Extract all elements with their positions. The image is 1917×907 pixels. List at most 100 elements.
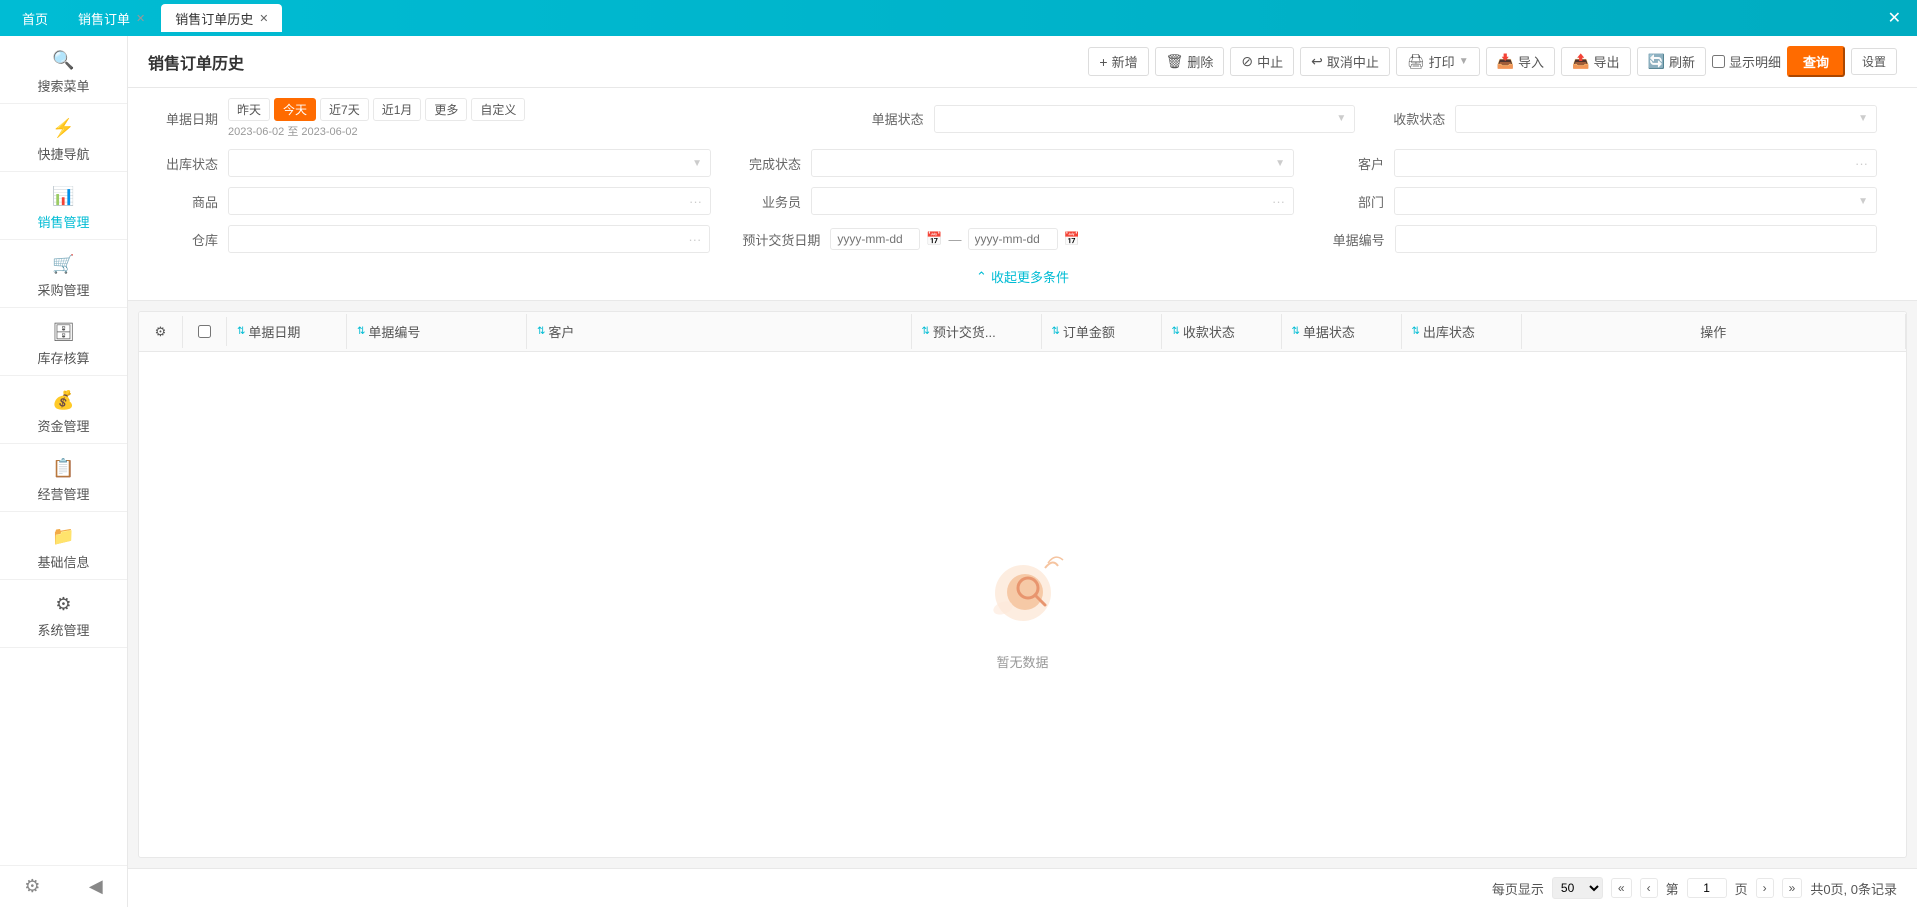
delete-icon: 🗑 [1166, 53, 1184, 70]
print-button[interactable]: 🖨 打印 ▼ [1396, 47, 1480, 76]
sidebar-item-capital-mgmt[interactable]: 💰 资金管理 [0, 376, 127, 444]
query-button[interactable]: 查询 [1787, 46, 1845, 77]
warehouse-field[interactable]: ··· [228, 225, 710, 253]
sort-out-status-icon: ⇅ [1412, 326, 1420, 337]
complete-status-field[interactable]: ▼ [811, 149, 1294, 177]
collapse-up-icon: ⌃ [976, 269, 987, 285]
next-page-button[interactable]: › [1756, 878, 1774, 898]
tab-sales-order-history-close[interactable]: ✕ [259, 12, 268, 25]
delete-button[interactable]: 🗑 删除 [1155, 47, 1225, 76]
warehouse-label: 仓库 [148, 230, 228, 249]
sales-mgmt-icon: 📊 [52, 184, 76, 208]
out-status-field[interactable]: ▼ [228, 149, 711, 177]
sidebar-settings-icon[interactable]: ⚙ [24, 876, 40, 897]
order-status-field[interactable]: ▼ [934, 105, 1356, 133]
table-col-date[interactable]: ⇅ 单据日期 [227, 314, 347, 349]
sidebar-item-system-mgmt[interactable]: ⚙ 系统管理 [0, 580, 127, 648]
new-button[interactable]: + 新增 [1088, 47, 1148, 76]
pay-status-field[interactable]: ▼ [1455, 105, 1877, 133]
sidebar-item-purchase-mgmt[interactable]: 🛒 采购管理 [0, 240, 127, 308]
sidebar-item-sales-mgmt[interactable]: 📊 销售管理 [0, 172, 127, 240]
order-status-arrow-icon: ▼ [1336, 113, 1346, 124]
date-btn-1month[interactable]: 近1月 [373, 98, 422, 121]
table-col-number[interactable]: ⇅ 单据编号 [347, 314, 527, 349]
stop-button[interactable]: ⊘ 中止 [1230, 47, 1294, 76]
sort-date-icon: ⇅ [237, 326, 245, 337]
collapse-filters-button[interactable]: ⌃ 收起更多条件 [148, 263, 1897, 290]
table-col-customer[interactable]: ⇅ 客户 [527, 314, 912, 349]
date-filter-group: 昨天 今天 近7天 近1月 更多 自定义 2023-06-02 至 2023-0… [228, 98, 834, 139]
delivery-date-range: 📅 — 📅 [830, 228, 1294, 250]
stop-icon: ⊘ [1241, 53, 1253, 70]
pagination-bar: 每页显示 10 20 50 100 « ‹ 第 页 › » 共0页, 0条记录 [128, 868, 1917, 907]
cancel-stop-button[interactable]: ↩ 取消中止 [1300, 47, 1390, 76]
goods-field[interactable]: ··· [228, 187, 711, 215]
date-range-display: 2023-06-02 至 2023-06-02 [228, 123, 834, 139]
sidebar-item-search-menu[interactable]: 🔍 搜索菜单 [0, 36, 127, 104]
table-col-order-status[interactable]: ⇅ 单据状态 [1282, 314, 1402, 349]
sidebar-item-base-info[interactable]: 📁 基础信息 [0, 512, 127, 580]
delivery-date-label: 预计交货日期 [730, 230, 830, 249]
toolbar: + 新增 🗑 删除 ⊘ 中止 ↩ 取消中止 🖨 打印 [1088, 46, 1897, 77]
first-page-button[interactable]: « [1611, 878, 1632, 898]
filter-row-1: 单据日期 昨天 今天 近7天 近1月 更多 自定义 2023-06-02 至 2… [148, 98, 1897, 139]
delivery-date-start[interactable] [830, 228, 920, 250]
page-header: 销售订单历史 + 新增 🗑 删除 ⊘ 中止 ↩ 取消中止 [128, 36, 1917, 88]
date-btn-custom[interactable]: 自定义 [471, 98, 525, 121]
sidebar-collapse-icon[interactable]: ◀ [89, 876, 103, 897]
date-btn-more[interactable]: 更多 [425, 98, 467, 121]
calendar-end-icon[interactable]: 📅 [1064, 231, 1080, 247]
date-btn-yesterday[interactable]: 昨天 [228, 98, 270, 121]
table-col-pay-status[interactable]: ⇅ 收款状态 [1162, 314, 1282, 349]
page-title: 销售订单历史 [148, 50, 244, 74]
table-col-amount[interactable]: ⇅ 订单金额 [1042, 314, 1162, 349]
filter-area: 单据日期 昨天 今天 近7天 近1月 更多 自定义 2023-06-02 至 2… [128, 88, 1917, 301]
delivery-date-end[interactable] [968, 228, 1058, 250]
customer-dots-icon: ··· [1855, 156, 1868, 171]
export-button[interactable]: 📤 导出 [1561, 47, 1630, 76]
sidebar-item-business-mgmt[interactable]: 📋 经营管理 [0, 444, 127, 512]
order-status-label: 单据状态 [854, 109, 934, 128]
display-detail-input[interactable] [1712, 55, 1725, 68]
tab-home[interactable]: 首页 [8, 4, 62, 32]
sidebar-item-inventory[interactable]: 🗄 库存核算 [0, 308, 127, 376]
complete-status-arrow-icon: ▼ [1275, 158, 1285, 169]
table-col-out-status[interactable]: ⇅ 出库状态 [1402, 314, 1522, 349]
order-number-field[interactable] [1395, 225, 1877, 253]
system-mgmt-icon: ⚙ [52, 592, 76, 616]
refresh-button[interactable]: 🔄 刷新 [1637, 47, 1706, 76]
table-col-delivery[interactable]: ⇅ 预计交货... [912, 314, 1042, 349]
goods-dots-icon: ··· [689, 194, 702, 209]
table-col-checkbox[interactable] [183, 317, 227, 346]
dept-arrow-icon: ▼ [1858, 196, 1868, 207]
prev-page-button[interactable]: ‹ [1640, 878, 1658, 898]
date-label: 单据日期 [148, 109, 228, 128]
import-button[interactable]: 📥 导入 [1486, 47, 1555, 76]
sidebar-item-quick-nav[interactable]: ⚡ 快捷导航 [0, 104, 127, 172]
date-btn-today[interactable]: 今天 [274, 98, 316, 121]
window-close-button[interactable]: ✕ [1880, 4, 1909, 32]
date-btn-7days[interactable]: 近7天 [320, 98, 369, 121]
table-col-settings[interactable]: ⚙ [139, 316, 183, 348]
tab-sales-order-history[interactable]: 销售订单历史 ✕ [161, 4, 282, 32]
dept-field[interactable]: ▼ [1394, 187, 1877, 215]
quick-nav-icon: ⚡ [52, 116, 76, 140]
sort-order-status-icon: ⇅ [1292, 326, 1300, 337]
tab-sales-order-close[interactable]: ✕ [136, 12, 145, 25]
table-col-action: 操作 [1522, 314, 1907, 349]
page-input[interactable] [1687, 878, 1727, 898]
table-select-all[interactable] [198, 325, 211, 338]
customer-field[interactable]: ··· [1394, 149, 1877, 177]
last-page-button[interactable]: » [1782, 878, 1803, 898]
per-page-select[interactable]: 10 20 50 100 [1552, 877, 1603, 899]
capital-mgmt-icon: 💰 [52, 388, 76, 412]
print-arrow-icon: ▼ [1459, 56, 1469, 67]
tab-sales-order[interactable]: 销售订单 ✕ [64, 4, 159, 32]
calendar-start-icon[interactable]: 📅 [926, 231, 942, 247]
per-page-label: 每页显示 [1492, 879, 1544, 898]
salesperson-field[interactable]: ··· [811, 187, 1294, 215]
display-detail-checkbox[interactable]: 显示明细 [1712, 52, 1781, 71]
empty-state: 暂无数据 [139, 352, 1906, 857]
table-settings-icon[interactable]: ⚙ [155, 324, 167, 340]
settings-button[interactable]: 设置 [1851, 48, 1897, 75]
